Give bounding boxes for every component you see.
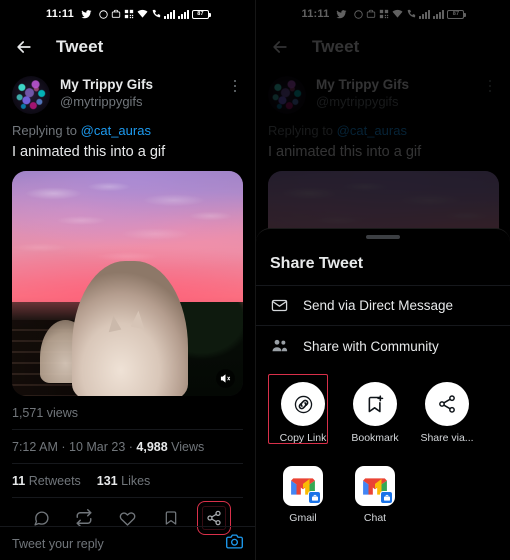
vpn-icon <box>151 9 161 19</box>
send-via-dm-row[interactable]: Send via Direct Message <box>256 285 510 325</box>
work-profile-badge-icon-chat <box>380 491 393 504</box>
tweet-media[interactable] <box>12 171 243 396</box>
replying-to-line: Replying to @cat_auras <box>12 114 243 138</box>
author-handle[interactable]: @mytrippygifs <box>60 93 217 110</box>
status-bar-icons: 87 <box>99 9 211 19</box>
tweet-time: 7:12 AM <box>12 440 58 454</box>
mute-icon[interactable] <box>216 369 235 388</box>
tweet-date: 10 Mar 23 <box>69 440 126 454</box>
camera-icon[interactable] <box>226 533 243 555</box>
share-with-community-row[interactable]: Share with Community <box>256 325 510 366</box>
share-via-button[interactable]: Share via... <box>420 382 474 444</box>
media-cat-ear-right <box>130 309 148 330</box>
share-via-label: Share via... <box>420 432 474 444</box>
copy-link-button[interactable]: Copy Link <box>268 374 330 444</box>
page-title: Tweet <box>56 37 104 56</box>
back-arrow-icon[interactable] <box>14 37 34 57</box>
tweet-container: My Trippy Gifs @mytrippygifs Replying to… <box>0 68 255 536</box>
tweet-header: My Trippy Gifs @mytrippygifs <box>12 76 243 114</box>
status-bar-clock: 11:11 <box>46 8 74 20</box>
engagement-counts: 11 Retweets 131 Likes <box>12 464 243 497</box>
bookmark-label: Bookmark <box>351 432 399 444</box>
work-briefcase-icon <box>111 9 121 19</box>
share-quick-actions: Copy Link Bookmark Share via... <box>256 366 510 450</box>
reply-input[interactable]: Tweet your reply <box>12 537 218 551</box>
share-target-gmail[interactable]: Gmail <box>276 466 330 524</box>
author-display-name[interactable]: My Trippy Gifs <box>60 77 217 93</box>
likes-count[interactable]: 131 <box>97 474 118 488</box>
more-options-icon[interactable] <box>227 76 243 96</box>
envelope-icon <box>270 297 289 314</box>
replying-to-handle[interactable]: @cat_auras <box>81 123 151 138</box>
avatar[interactable] <box>12 76 50 114</box>
nav-bar: Tweet <box>0 26 255 68</box>
tweet-text: I animated this into a gif <box>12 144 166 160</box>
share-sheet-title: Share Tweet <box>270 255 364 272</box>
retweets-count[interactable]: 11 <box>12 474 25 488</box>
views-count: 4,988 <box>136 440 168 454</box>
panel-tweet-detail: 11:11 87 Tweet My Trippy Gifs @mytrippyg… <box>0 0 255 560</box>
share-target-apps: Gmail Chat <box>256 450 510 530</box>
twitter-bird-icon <box>81 9 92 20</box>
bookmark-circle[interactable] <box>353 382 397 426</box>
wifi-icon <box>137 9 148 19</box>
share-with-community-label: Share with Community <box>303 338 439 354</box>
copy-link-circle[interactable] <box>281 382 325 426</box>
gmail-chat-icon[interactable] <box>355 466 395 506</box>
send-via-dm-label: Send via Direct Message <box>303 298 454 313</box>
likes-label[interactable]: Likes <box>121 474 150 488</box>
bookmark-button[interactable]: Bookmark <box>348 382 402 444</box>
reply-composer[interactable]: Tweet your reply <box>0 526 255 560</box>
status-bar: 11:11 87 <box>0 0 255 26</box>
qr-icon <box>124 9 134 19</box>
retweets-label[interactable]: Retweets <box>29 474 81 488</box>
views-label: Views <box>171 440 205 454</box>
chat-label: Chat <box>363 512 387 524</box>
screenshot-pair: 11:11 87 Tweet My Trippy Gifs @mytrippyg… <box>0 0 510 560</box>
dnd-icon <box>99 9 108 19</box>
tweet-meta: 7:12 AM · 10 Mar 23 · 4,988 Views <box>12 440 205 454</box>
signal-2-icon <box>177 9 189 19</box>
replying-prefix: Replying to <box>12 123 81 138</box>
battery-level: 87 <box>197 11 204 17</box>
media-cat-ear-left <box>105 314 122 332</box>
panel-share-sheet: 11:11 <box>255 0 510 560</box>
share-sheet: Share Tweet Send via Direct Message Shar… <box>256 228 510 560</box>
signal-1-icon <box>163 9 175 19</box>
battery-icon: 87 <box>191 9 211 19</box>
share-target-chat[interactable]: Chat <box>348 466 402 524</box>
people-icon <box>270 337 289 355</box>
work-profile-badge-icon <box>308 491 321 504</box>
gmail-label: Gmail <box>289 512 317 524</box>
tweet-author: My Trippy Gifs @mytrippygifs <box>60 76 217 110</box>
inline-views: 1,571 views <box>12 406 79 420</box>
gmail-icon[interactable] <box>283 466 323 506</box>
share-via-circle[interactable] <box>425 382 469 426</box>
copy-link-label: Copy Link <box>279 432 327 444</box>
divider-3 <box>12 497 243 498</box>
